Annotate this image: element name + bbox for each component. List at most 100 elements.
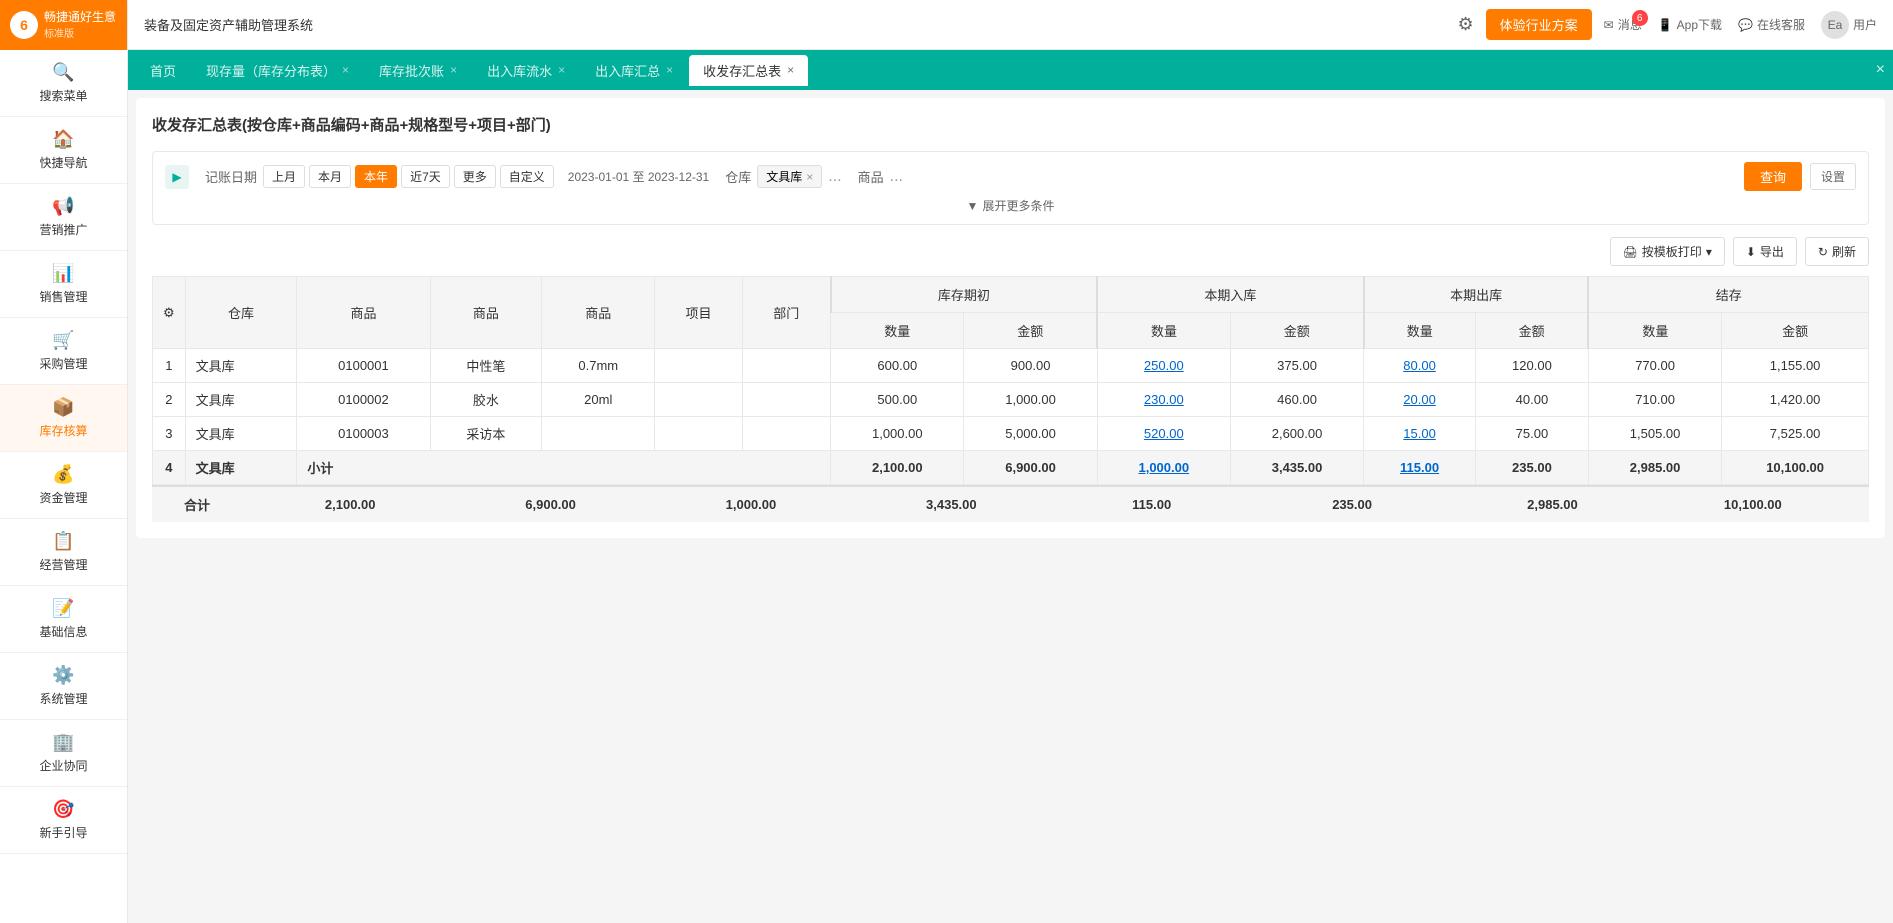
row-num: 1 [153, 349, 186, 383]
try-btn[interactable]: 体验行业方案 [1486, 9, 1592, 40]
date-btn-更多[interactable]: 更多 [454, 165, 496, 188]
tab-close-inout-flow[interactable]: × [558, 63, 565, 77]
settings-icon[interactable]: ⚙ [1457, 14, 1473, 35]
tab-label-stock-dist: 现存量（库存分布表） [206, 61, 336, 80]
app-download-btn[interactable]: 📱 App下载 [1658, 16, 1722, 33]
th-name: 商品 [430, 277, 542, 349]
row-out-qty[interactable]: 80.00 [1364, 349, 1476, 383]
date-filter-group: 记账日期 上月本月本年近7天更多自定义 2023-01-01 至 2023-12… [205, 165, 709, 188]
online-service-btn[interactable]: 💬 在线客服 [1738, 16, 1805, 33]
sidebar-label-system: 系统管理 [39, 690, 87, 707]
sidebar-label-purchase: 采购管理 [39, 355, 87, 372]
row-bal-qty: 770.00 [1588, 349, 1721, 383]
message-btn[interactable]: ✉ 消息 6 [1604, 16, 1642, 33]
date-btn-本年[interactable]: 本年 [355, 165, 397, 188]
sidebar-item-operation[interactable]: 📋经营管理 [0, 519, 127, 586]
row-out-qty[interactable]: 20.00 [1364, 383, 1476, 417]
row-spec: 0.7mm [542, 349, 655, 383]
th-in-qty: 数量 [1097, 313, 1230, 349]
th-in-amt: 金额 [1230, 313, 1363, 349]
search-icon: 🔍 [52, 62, 74, 83]
refresh-btn[interactable]: ↻ 刷新 [1805, 237, 1869, 266]
sidebar-item-newbie[interactable]: 🎯新手引导 [0, 787, 127, 854]
sidebar-logo: 6 畅捷通好生意 标准版 [0, 0, 127, 50]
th-spec: 商品 [542, 277, 655, 349]
warehouse-more-btn[interactable]: ... [828, 168, 841, 186]
row-in-qty[interactable]: 230.00 [1097, 383, 1230, 417]
th-opening: 库存期初 [831, 277, 1098, 313]
sidebar-item-enterprise[interactable]: 🏢企业协同 [0, 720, 127, 787]
logo-title: 畅捷通好生意 [44, 10, 116, 26]
operation-icon: 📋 [52, 531, 74, 552]
close-all-tabs-btn[interactable]: × [1876, 61, 1885, 79]
row-warehouse: 文具库 [185, 417, 297, 451]
sidebar-item-finance[interactable]: 💰资金管理 [0, 452, 127, 519]
row-dept [742, 417, 830, 451]
tab-batch[interactable]: 库存批次账× [365, 55, 471, 86]
avatar: Ea [1821, 11, 1849, 39]
tab-inout-flow[interactable]: 出入库流水× [473, 55, 579, 86]
row-open-qty: 500.00 [831, 383, 964, 417]
query-button[interactable]: 查询 [1744, 162, 1802, 191]
sidebar-item-inventory[interactable]: 📦库存核算 [0, 385, 127, 452]
tab-close-recv-send[interactable]: × [787, 63, 794, 77]
row-name: 胶水 [430, 383, 542, 417]
sidebar-item-sales[interactable]: 📊销售管理 [0, 251, 127, 318]
th-open-qty: 数量 [831, 313, 964, 349]
system-name: 装备及固定资产辅助管理系统 [144, 15, 1445, 34]
sidebar-item-system[interactable]: ⚙️系统管理 [0, 653, 127, 720]
warehouse-remove-btn[interactable]: × [806, 170, 813, 184]
export-btn[interactable]: ⬇ 导出 [1733, 237, 1797, 266]
page-container: 收发存汇总表(按仓库+商品编码+商品+规格型号+项目+部门) ▶ 记账日期 上月… [136, 98, 1885, 538]
finance-icon: 💰 [52, 464, 74, 485]
row-in-qty[interactable]: 250.00 [1097, 349, 1230, 383]
logo-icon: 6 [10, 11, 38, 39]
subtotal-out-amt: 235.00 [1475, 451, 1588, 485]
sidebar-label-marketing: 营销推广 [39, 221, 87, 238]
row-out-qty[interactable]: 15.00 [1364, 417, 1476, 451]
table-row: 1 文具库 0100001 中性笔 0.7mm 600.00 900.00 25… [153, 349, 1869, 383]
row-in-qty[interactable]: 520.00 [1097, 417, 1230, 451]
row-open-amt: 1,000.00 [964, 383, 1097, 417]
filter-toggle-btn[interactable]: ▶ [165, 165, 189, 189]
print-btn[interactable]: 🖨 按模板打印 ▾ [1610, 237, 1725, 266]
tab-stock-dist[interactable]: 现存量（库存分布表） × [192, 55, 363, 86]
total-label: 合计 [168, 495, 250, 514]
user-btn[interactable]: Ea 用户 [1821, 11, 1877, 39]
total-out-qty: 115.00 [1052, 497, 1252, 512]
tab-close-inout-summary[interactable]: × [666, 63, 673, 77]
total-open-qty: 2,100.00 [250, 497, 450, 512]
row-warehouse: 文具库 [185, 349, 297, 383]
sidebar-item-search[interactable]: 🔍 搜索菜单 [0, 50, 127, 117]
sidebar-item-quick-nav[interactable]: 🏠快捷导航 [0, 117, 127, 184]
goods-more-btn[interactable]: ... [890, 168, 903, 186]
sidebar-item-marketing[interactable]: 📢营销推广 [0, 184, 127, 251]
settings-button[interactable]: 设置 [1810, 163, 1856, 190]
expand-more-btn[interactable]: ▼ 展开更多条件 [165, 191, 1856, 214]
tab-close-batch[interactable]: × [450, 63, 457, 77]
topbar: 装备及固定资产辅助管理系统 ⚙ 体验行业方案 ✉ 消息 6 📱 App下载 💬 … [128, 0, 1893, 50]
date-btn-自定义[interactable]: 自定义 [500, 165, 554, 188]
date-btn-上月[interactable]: 上月 [263, 165, 305, 188]
tab-inout-summary[interactable]: 出入库汇总× [581, 55, 687, 86]
refresh-icon: ↻ [1818, 245, 1828, 259]
sidebar-item-purchase[interactable]: 🛒采购管理 [0, 318, 127, 385]
table-row: 2 文具库 0100002 胶水 20ml 500.00 1,000.00 23… [153, 383, 1869, 417]
date-btn-本月[interactable]: 本月 [309, 165, 351, 188]
sidebar: 6 畅捷通好生意 标准版 🔍 搜索菜单 🏠快捷导航📢营销推广📊销售管理🛒采购管理📦库… [0, 0, 128, 923]
tab-close-stock-dist[interactable]: × [342, 63, 349, 77]
sidebar-label-base-info: 基础信息 [39, 623, 87, 640]
action-row: 🖨 按模板打印 ▾ ⬇ 导出 ↻ 刷新 [152, 237, 1869, 266]
tab-label-home: 首页 [150, 61, 176, 80]
th-out: 本期出库 [1364, 277, 1589, 313]
filter-bar: ▶ 记账日期 上月本月本年近7天更多自定义 2023-01-01 至 2023-… [152, 151, 1869, 225]
row-out-amt: 120.00 [1475, 349, 1588, 383]
th-settings: ⚙ [153, 277, 186, 349]
tab-home[interactable]: 首页 [136, 55, 190, 86]
tab-recv-send[interactable]: 收发存汇总表× [689, 55, 808, 86]
app-icon: 📱 [1658, 18, 1673, 32]
sidebar-label-search: 搜索菜单 [39, 87, 87, 104]
sidebar-item-base-info[interactable]: 📝基础信息 [0, 586, 127, 653]
row-name: 中性笔 [430, 349, 542, 383]
date-btn-近7天[interactable]: 近7天 [401, 165, 450, 188]
